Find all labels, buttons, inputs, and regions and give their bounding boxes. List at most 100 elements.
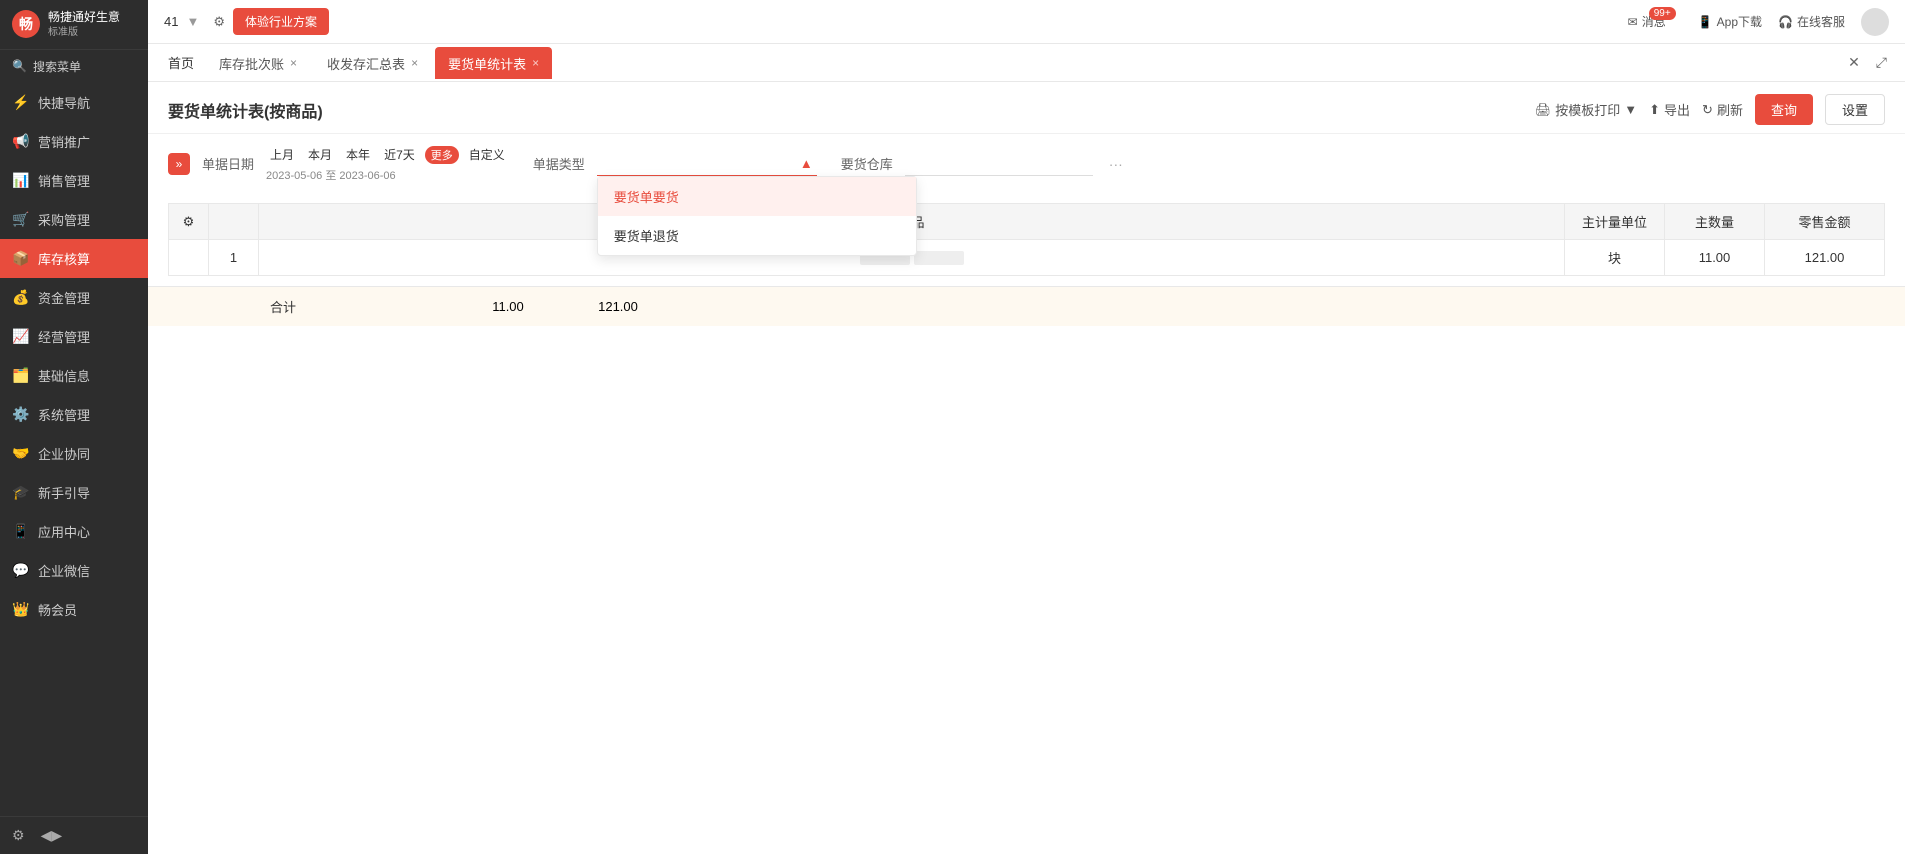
tab-close-all-icon[interactable]: ✕	[1842, 52, 1866, 73]
type-input[interactable]	[597, 152, 796, 175]
date-opt-last-month[interactable]: 上月	[266, 144, 298, 165]
type-label: 单据类型	[533, 154, 585, 173]
print-dropdown-icon: ▼	[1624, 102, 1637, 117]
table-footer: 合计 11.00 121.00	[148, 286, 1905, 326]
date-opt-custom[interactable]: 自定义	[465, 144, 509, 165]
dropdown-arrow-icon[interactable]: ▼	[186, 14, 199, 29]
table-row: 1 块 11.00	[169, 240, 1885, 276]
top-header: 41 ▼ ⚙ 体验行业方案 ✉ 消息 99+ 📱 App下载 🎧 在线客服	[148, 0, 1905, 44]
header-settings-icon[interactable]: ⚙	[213, 14, 225, 30]
filter-expand-btn[interactable]: »	[168, 153, 190, 175]
message-icon: ✉	[1628, 15, 1638, 29]
date-opt-more[interactable]: 更多	[425, 146, 459, 164]
sidebar-item-inventory[interactable]: 📦 库存核算	[0, 239, 148, 278]
sidebar-item-wechat[interactable]: 💬 企业微信	[0, 551, 148, 590]
th-qty: 主数量	[1665, 204, 1765, 240]
type-select-wrap: ▲ 要货单要货 要货单退货	[597, 152, 817, 176]
basic-icon: 🗂️	[12, 366, 30, 384]
sidebar-item-system[interactable]: ⚙️ 系统管理	[0, 395, 148, 434]
warehouse-label: 要货仓库	[841, 154, 893, 173]
headset-icon: 🎧	[1778, 15, 1793, 29]
phone-icon: 📱	[1698, 15, 1713, 29]
export-btn[interactable]: ⬆ 导出	[1649, 100, 1690, 119]
tab-receive-summary[interactable]: 收发存汇总表 ×	[314, 47, 431, 79]
date-opt-7days[interactable]: 近7天	[380, 144, 419, 165]
query-btn[interactable]: 查询	[1755, 94, 1813, 125]
type-dropdown-arrow[interactable]: ▲	[796, 156, 817, 171]
logo-icon: 畅	[12, 10, 40, 38]
sidebar-item-sales[interactable]: 📊 销售管理	[0, 161, 148, 200]
th-amount: 零售金额	[1765, 204, 1885, 240]
date-range: 2023-05-06 至 2023-06-06	[266, 167, 509, 183]
date-opt-this-year[interactable]: 本年	[342, 144, 374, 165]
footer-label: 合计	[258, 297, 458, 316]
tab-home[interactable]: 首页	[160, 47, 202, 78]
page-header: 要货单统计表(按商品) 🖨 按模板打印 ▼ ⬆ 导出 ↻ 刷新	[148, 82, 1905, 133]
sidebar-item-purchase[interactable]: 🛒 采购管理	[0, 200, 148, 239]
tab-controls: ✕ ⤢	[1842, 52, 1893, 73]
search-menu[interactable]: 🔍 搜索菜单	[0, 50, 148, 83]
row-checkbox[interactable]	[169, 240, 209, 276]
dropdown-item-return[interactable]: 要货单退货	[598, 216, 916, 255]
warehouse-input[interactable]	[905, 152, 1093, 176]
tab-expand-icon[interactable]: ⤢	[1870, 52, 1893, 73]
refresh-btn[interactable]: ↻ 刷新	[1702, 100, 1743, 119]
appstore-icon: 📱	[12, 522, 30, 540]
settings-btn[interactable]: 设置	[1825, 94, 1885, 125]
filter-bar: » 单据日期 上月 本月 本年 近7天 更多 自定义 2023-05-06 至 …	[148, 133, 1905, 193]
inventory-icon: 📦	[12, 249, 30, 267]
row-num: 1	[209, 240, 259, 276]
th-settings[interactable]: ⚙	[169, 204, 209, 240]
tab-stock-batch[interactable]: 库存批次账 ×	[206, 47, 310, 79]
guide-icon: 🎓	[12, 483, 30, 501]
trial-btn[interactable]: 体验行业方案	[233, 8, 329, 35]
dropdown-item-order[interactable]: 要货单要货	[598, 177, 916, 216]
row-qty: 11.00	[1665, 240, 1765, 276]
sidebar-item-marketing[interactable]: 📢 营销推广	[0, 122, 148, 161]
print-template-btn[interactable]: 🖨 按模板打印 ▼	[1535, 100, 1637, 119]
date-options: 上月 本月 本年 近7天 更多 自定义	[266, 144, 509, 165]
quick-nav-icon: ⚡	[12, 93, 30, 111]
filter-dates: 上月 本月 本年 近7天 更多 自定义 2023-05-06 至 2023-06…	[266, 144, 509, 183]
table-header-row: ⚙ 商品 主计量单位 主数量 零售金额	[169, 204, 1885, 240]
sidebar-item-quick-nav[interactable]: ⚡ 快捷导航	[0, 83, 148, 122]
sidebar-item-appstore[interactable]: 📱 应用中心	[0, 512, 148, 551]
footer-amount: 121.00	[558, 299, 678, 314]
sidebar-collapse-icon[interactable]: ◀▶	[41, 827, 63, 844]
sidebar-item-member[interactable]: 👑 畅会员	[0, 590, 148, 629]
user-avatar[interactable]	[1861, 8, 1889, 36]
sidebar-item-enterprise[interactable]: 🤝 企业协同	[0, 434, 148, 473]
data-table: ⚙ 商品 主计量单位 主数量 零售金额 1	[168, 203, 1885, 276]
main-area: 41 ▼ ⚙ 体验行业方案 ✉ 消息 99+ 📱 App下载 🎧 在线客服 首页	[148, 0, 1905, 854]
sidebar-item-basic[interactable]: 🗂️ 基础信息	[0, 356, 148, 395]
sidebar-item-guide[interactable]: 🎓 新手引导	[0, 473, 148, 512]
refresh-icon: ↻	[1702, 102, 1713, 118]
sidebar-item-business[interactable]: 📈 经营管理	[0, 317, 148, 356]
tab-bar: 首页 库存批次账 × 收发存汇总表 × 要货单统计表 × ✕ ⤢	[148, 44, 1905, 82]
date-opt-this-month[interactable]: 本月	[304, 144, 336, 165]
row-unit: 块	[1565, 240, 1665, 276]
page-content: 要货单统计表(按商品) 🖨 按模板打印 ▼ ⬆ 导出 ↻ 刷新	[148, 82, 1905, 854]
sidebar-item-finance[interactable]: 💰 资金管理	[0, 278, 148, 317]
sidebar-logo: 畅 畅捷通好生意 标准版	[0, 0, 148, 50]
header-right: ✉ 消息 99+ 📱 App下载 🎧 在线客服	[1628, 8, 1889, 36]
type-dropdown: 要货单要货 要货单退货	[597, 176, 917, 256]
finance-icon: 💰	[12, 288, 30, 306]
search-icon: 🔍	[12, 59, 27, 73]
logo-text: 畅捷通好生意 标准版	[48, 10, 120, 39]
sidebar-nav: ⚡ 快捷导航 📢 营销推广 📊 销售管理 🛒 采购管理 📦 库存核算 💰 资金管…	[0, 83, 148, 816]
tab-close-receive-summary[interactable]: ×	[411, 56, 418, 70]
warehouse-more-btn[interactable]: ···	[1109, 156, 1123, 172]
tab-close-order-stats[interactable]: ×	[532, 56, 539, 70]
member-icon: 👑	[12, 600, 30, 618]
wechat-icon: 💬	[12, 561, 30, 579]
sidebar-settings-icon[interactable]: ⚙	[12, 827, 25, 844]
messages-item[interactable]: ✉ 消息 99+	[1628, 13, 1666, 30]
export-icon: ⬆	[1649, 102, 1660, 118]
tab-close-stock-batch[interactable]: ×	[290, 56, 297, 70]
tab-order-stats[interactable]: 要货单统计表 ×	[435, 47, 552, 79]
type-select[interactable]: ▲	[597, 152, 817, 176]
online-service-item[interactable]: 🎧 在线客服	[1778, 13, 1845, 30]
app-download-item[interactable]: 📱 App下载	[1698, 13, 1762, 30]
th-num	[209, 204, 259, 240]
